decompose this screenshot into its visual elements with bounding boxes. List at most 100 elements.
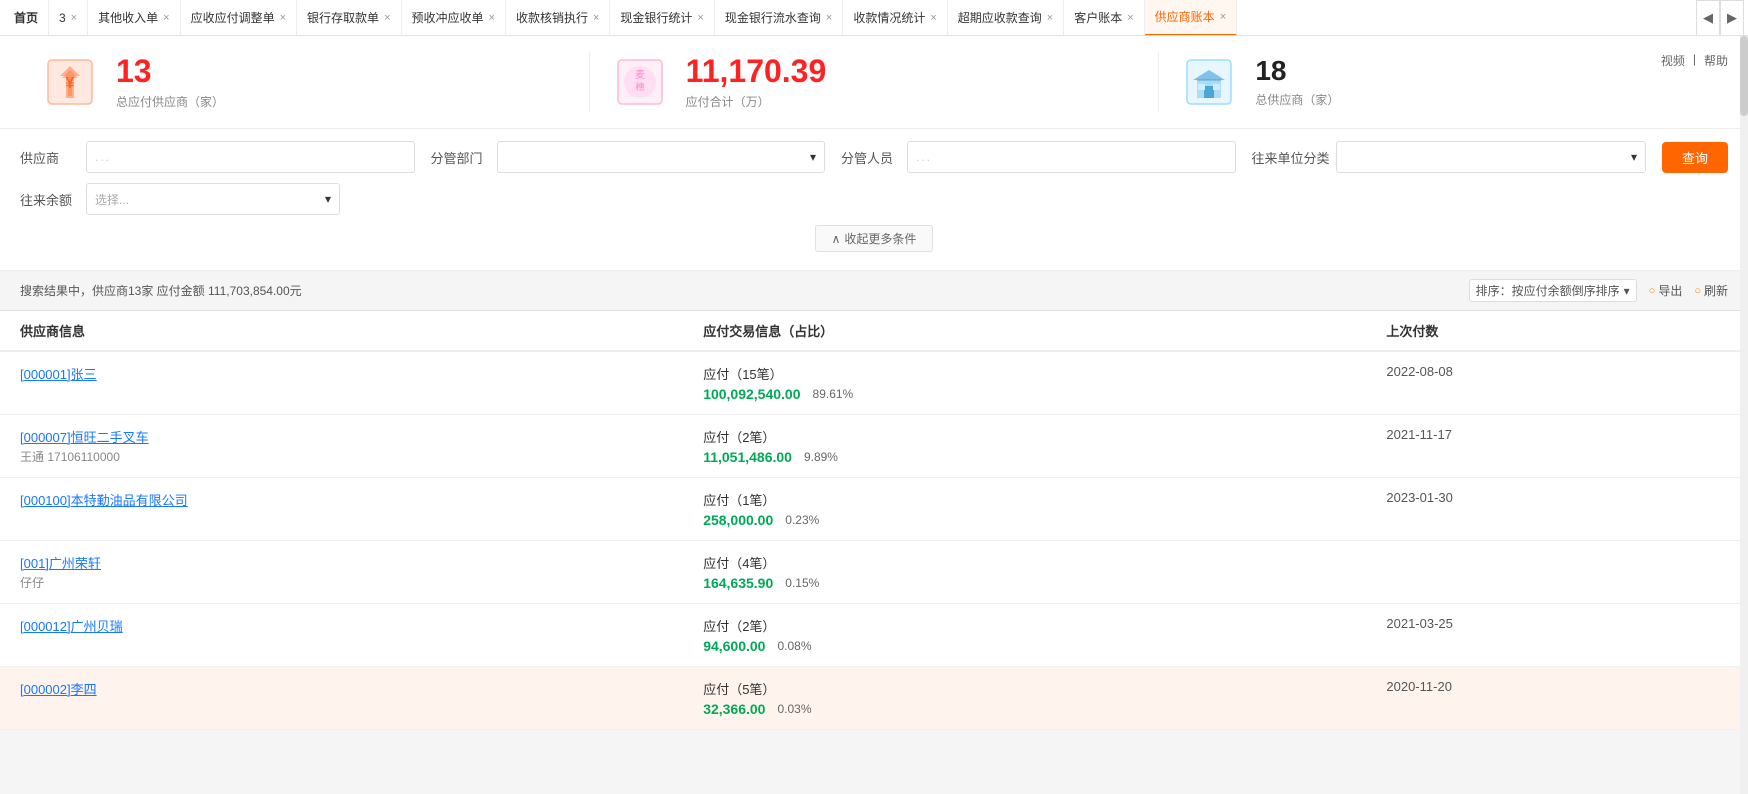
close-icon[interactable]: × (1047, 12, 1053, 24)
sort-select[interactable]: 排序：按应付余额倒序排序 ▾ (1469, 279, 1637, 302)
nav-tab-customer-ledger[interactable]: 客户账本 × (1064, 0, 1144, 36)
dept-filter-label: 分管部门 (431, 148, 491, 167)
help-link[interactable]: 帮助 (1704, 52, 1728, 69)
close-icon[interactable]: × (163, 12, 169, 24)
col-supplier-info: 供应商信息 (20, 321, 703, 340)
tx-amount[interactable]: 100,092,540.00 (703, 386, 800, 402)
tx-amount[interactable]: 11,051,486.00 (703, 449, 792, 465)
nav-tab-bank-deposit[interactable]: 银行存取款单 × (297, 0, 401, 36)
scrollbar-track[interactable] (1740, 36, 1748, 794)
supplier-info-cell: [000001]张三 (20, 364, 703, 383)
nav-tab-1[interactable]: 3 × (49, 0, 88, 36)
person-dots: ... (916, 150, 932, 164)
category-select[interactable]: ▾ (1336, 141, 1646, 173)
nav-tab-cash-bank-stat[interactable]: 现金银行统计 × (610, 0, 714, 36)
close-icon[interactable]: × (489, 12, 495, 24)
close-icon[interactable]: × (280, 12, 286, 24)
supplier-link[interactable]: [000100]本特勤油品有限公司 (20, 490, 703, 509)
supplier-info-cell: [001]广州荣轩 仔仔 (20, 553, 703, 591)
filter-supplier: 供应商 ... (20, 141, 415, 173)
nav-tab-supplier-ledger[interactable]: 供应商账本 × (1145, 0, 1237, 36)
supplier-link[interactable]: [000002]李四 (20, 679, 703, 698)
close-icon[interactable]: × (1127, 12, 1133, 24)
stat-payable-label: 总应付供应商（家） (116, 93, 224, 110)
stats-header: ¥ 13 总应付供应商（家） 麦 穗 11,170.39 应付合计（万） (0, 36, 1748, 129)
balance-select[interactable]: 选择... ▾ (86, 183, 340, 215)
transaction-cell: 应付 （4笔） 164,635.90 0.15% (703, 553, 1386, 591)
person-filter-label: 分管人员 (841, 148, 901, 167)
scrollbar-thumb[interactable] (1740, 36, 1748, 116)
nav-home[interactable]: 首页 (4, 0, 49, 36)
person-input[interactable]: ... (907, 141, 1236, 173)
results-summary: 搜索结果中，供应商13家 应付金额 111,703,854.00元 (20, 282, 302, 299)
nav-tab-overdue-label: 超期应收款查询 (958, 9, 1042, 26)
close-icon[interactable]: × (593, 12, 599, 24)
stat-payable-total: 麦 穗 11,170.39 应付合计（万） (590, 52, 1160, 112)
tx-amount[interactable]: 258,000.00 (703, 512, 773, 528)
transaction-cell: 应付 （15笔） 100,092,540.00 89.61% (703, 364, 1386, 402)
nav-next-button[interactable]: ▶ (1720, 0, 1744, 36)
transaction-cell: 应付 （1笔） 258,000.00 0.23% (703, 490, 1386, 528)
refresh-button[interactable]: 刷新 (1694, 282, 1728, 299)
stat-total-number: 11,170.39 (686, 54, 827, 89)
transaction-cell: 应付 （5笔） 32,366.00 0.03% (703, 679, 1386, 717)
stat-supplier-number: 18 (1255, 56, 1339, 87)
nav-tab-payment[interactable]: 收款核销执行 × (506, 0, 610, 36)
tx-amount[interactable]: 94,600.00 (703, 638, 765, 654)
tx-label: 应付 (703, 490, 729, 509)
dept-select[interactable]: ▾ (497, 141, 826, 173)
export-button[interactable]: 导出 (1649, 282, 1683, 299)
close-icon[interactable]: × (384, 12, 390, 24)
nav-tab-cash-bank-stat-label: 现金银行统计 (620, 9, 692, 26)
supplier-link[interactable]: [001]广州荣轩 (20, 553, 703, 572)
supplier-link[interactable]: [000007]恒旺二手叉车 (20, 427, 703, 446)
top-right-links: 视频 | 帮助 (1661, 52, 1728, 69)
separator: | (1693, 52, 1696, 69)
nav-tab-other-income-label: 其他收入单 (98, 9, 158, 26)
last-pay-cell: 2022-08-08 (1386, 364, 1728, 379)
nav-tab-supplier-ledger-label: 供应商账本 (1155, 8, 1215, 25)
close-icon[interactable]: × (71, 12, 77, 24)
supplier-link[interactable]: [000012]广州贝瑞 (20, 616, 703, 635)
nav-tab-bank-deposit-label: 银行存取款单 (307, 9, 379, 26)
collapse-button[interactable]: ∧ 收起更多条件 (815, 225, 934, 252)
video-link[interactable]: 视频 (1661, 52, 1685, 69)
nav-tab-overdue[interactable]: 超期应收款查询 × (948, 0, 1064, 36)
supplier-payable-icon: ¥ (40, 52, 100, 112)
close-icon[interactable]: × (697, 12, 703, 24)
nav-prev-button[interactable]: ◀ (1696, 0, 1720, 36)
search-button[interactable]: 查询 (1662, 142, 1728, 173)
last-pay-cell: 2021-03-25 (1386, 616, 1728, 631)
close-icon[interactable]: × (826, 12, 832, 24)
table-row: [000100]本特勤油品有限公司 应付 （1笔） 258,000.00 0.2… (0, 478, 1748, 541)
nav-tab-prepay-label: 预收冲应收单 (412, 9, 484, 26)
supplier-input[interactable]: ... (86, 141, 415, 173)
tx-amount[interactable]: 32,366.00 (703, 701, 765, 717)
nav-tab-payment-label: 收款核销执行 (516, 9, 588, 26)
tx-amount[interactable]: 164,635.90 (703, 575, 773, 591)
nav-tab-prepay[interactable]: 预收冲应收单 × (402, 0, 506, 36)
close-icon[interactable]: × (1220, 11, 1226, 23)
data-table: 供应商信息 应付交易信息（占比） 上次付数 [000001]张三 应付 （15笔… (0, 311, 1748, 730)
tx-percent: 9.89% (804, 450, 838, 464)
nav-tab-cash-flow[interactable]: 现金银行流水查询 × (715, 0, 843, 36)
results-right: 排序：按应付余额倒序排序 ▾ 导出 刷新 (1469, 279, 1728, 302)
export-label: 导出 (1658, 282, 1682, 299)
tx-percent: 0.03% (777, 702, 811, 716)
nav-tab-collection-stat[interactable]: 收款情况统计 × (843, 0, 947, 36)
tx-percent: 0.15% (785, 576, 819, 590)
svg-text:麦: 麦 (635, 69, 645, 81)
nav-tab-adjustment[interactable]: 应收应付调整单 × (181, 0, 297, 36)
supplier-filter-label: 供应商 (20, 148, 80, 167)
nav-tab-1-label: 3 (59, 11, 66, 25)
close-icon[interactable]: × (930, 12, 936, 24)
supplier-info-cell: [000012]广州贝瑞 (20, 616, 703, 635)
nav-tab-other-income[interactable]: 其他收入单 × (88, 0, 180, 36)
category-filter-label: 往来单位分类 (1252, 148, 1330, 167)
supplier-link[interactable]: [000001]张三 (20, 364, 703, 383)
last-pay-date: 2021-11-17 (1386, 427, 1452, 442)
chevron-down-icon: ▾ (1631, 150, 1637, 164)
stat-total-info: 11,170.39 应付合计（万） (686, 54, 827, 110)
svg-text:¥: ¥ (66, 75, 75, 92)
last-pay-cell: 2021-11-17 (1386, 427, 1728, 442)
